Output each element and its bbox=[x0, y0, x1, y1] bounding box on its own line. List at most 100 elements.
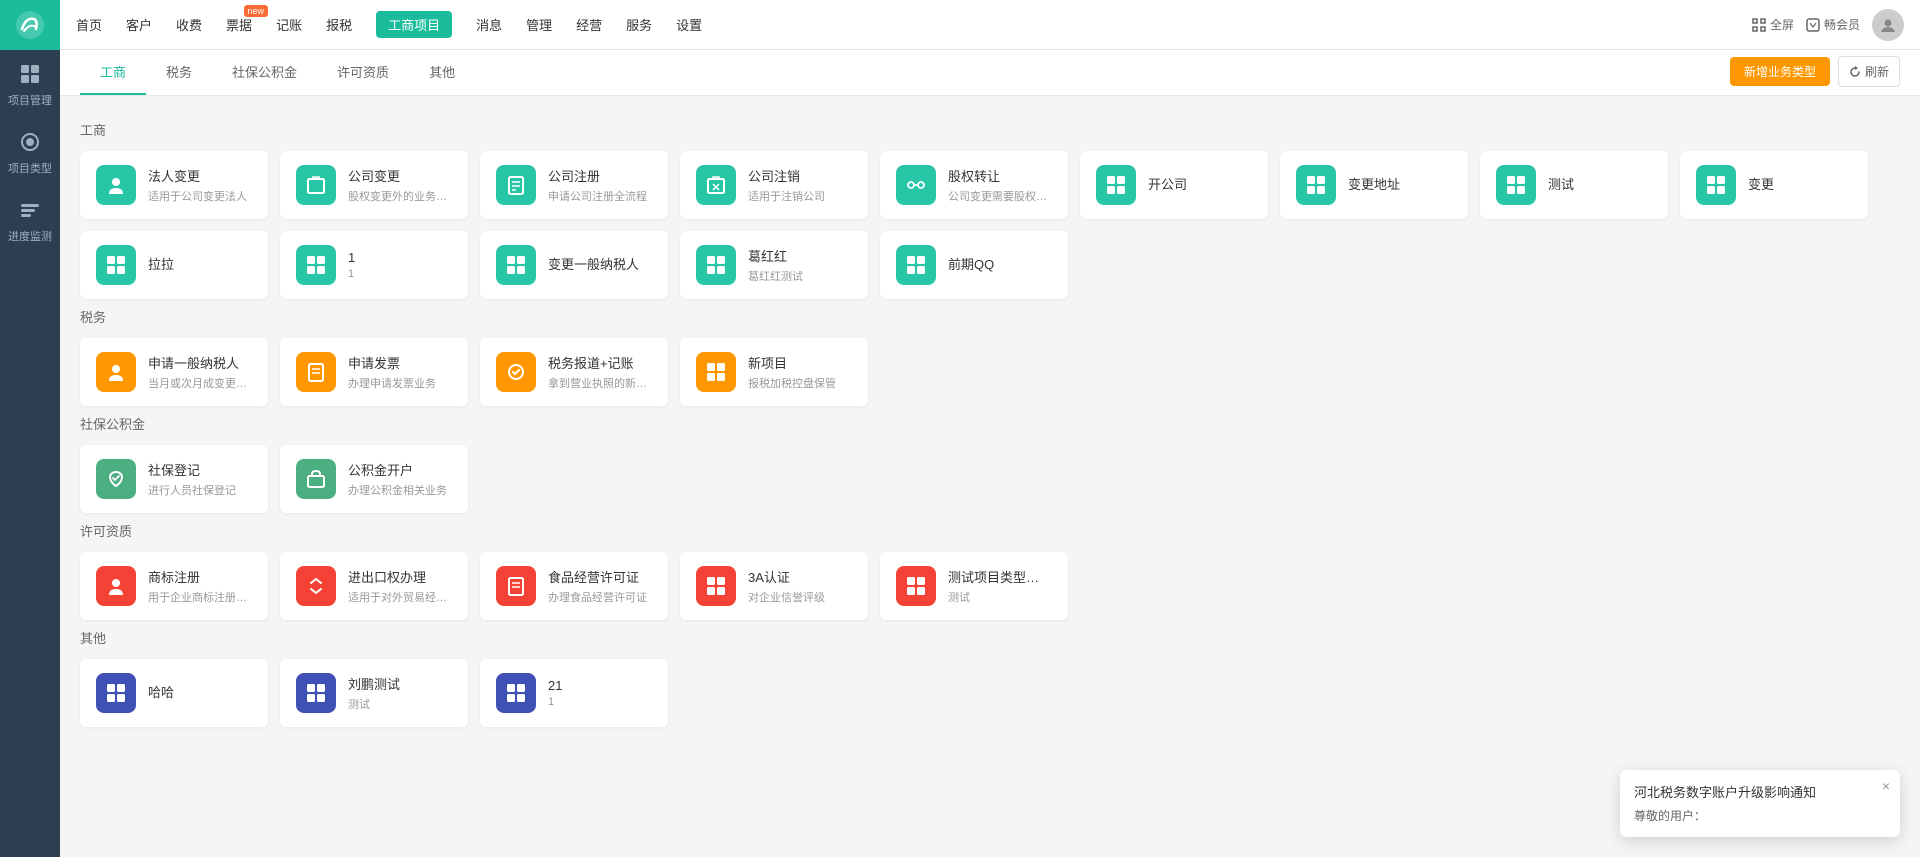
card-icon-food-license bbox=[496, 566, 536, 606]
sidebar-item-label: 项目管理 bbox=[8, 92, 52, 108]
card-lala[interactable]: 拉拉 bbox=[80, 231, 268, 299]
section-title-other: 其他 bbox=[80, 628, 1900, 647]
tab-gongshang[interactable]: 工商 bbox=[80, 50, 146, 95]
card-name: 进出口权办理 bbox=[348, 567, 452, 586]
nav-operation[interactable]: 经营 bbox=[576, 11, 602, 38]
fullscreen-label: 全屏 bbox=[1770, 16, 1794, 33]
sidebar-item-project-manage[interactable]: 项目管理 bbox=[0, 50, 60, 118]
card-company-cancel[interactable]: 公司注销 适用于注销公司 bbox=[680, 151, 868, 219]
card-icon-lala bbox=[96, 245, 136, 285]
card-social-register[interactable]: 社保登记 进行人员社保登记 bbox=[80, 445, 268, 513]
card-test-type[interactable]: 测试项目类型目定义 测试 bbox=[880, 552, 1068, 620]
xuke-cards: 商标注册 用于企业商标注册服务 进出口权办理 适用于对外贸易经营者 bbox=[80, 552, 1900, 620]
tab-shuiwu[interactable]: 税务 bbox=[146, 50, 212, 95]
sidebar-item-label: 项目类型 bbox=[8, 160, 52, 176]
card-name: 申请发票 bbox=[348, 353, 452, 372]
nav-accounting[interactable]: 记账 bbox=[276, 11, 302, 38]
notification-title: 河北税务数字账户升级影响通知 bbox=[1634, 782, 1886, 801]
card-desc: 公司变更需要股权转让 bbox=[948, 188, 1052, 204]
card-trademark[interactable]: 商标注册 用于企业商标注册服务 bbox=[80, 552, 268, 620]
card-twenty-one[interactable]: 21 1 bbox=[480, 659, 668, 727]
tab-shebao[interactable]: 社保公积金 bbox=[212, 50, 317, 95]
sidebar: 项目管理 项目类型 进度监测 bbox=[0, 0, 60, 857]
card-icon-open-company bbox=[1096, 165, 1136, 205]
sidebar-logo[interactable] bbox=[0, 0, 60, 50]
card-desc: 1 bbox=[348, 268, 452, 280]
tab-other[interactable]: 其他 bbox=[409, 50, 475, 95]
card-3a-cert[interactable]: 3A认证 对企业信誉评级 bbox=[680, 552, 868, 620]
vip-btn[interactable]: 畅会员 bbox=[1806, 16, 1860, 33]
nav-tax[interactable]: 报税 bbox=[326, 11, 352, 38]
card-name: 法人变更 bbox=[148, 166, 252, 185]
card-desc: 办理食品经营许可证 bbox=[548, 589, 652, 605]
notification-body: 尊敬的用户： bbox=[1634, 807, 1886, 825]
card-new-project[interactable]: 新项目 报税加税控盘保管 bbox=[680, 338, 868, 406]
shuiwu-cards: 申请一般纳税人 当月或次月成变更完成 申请发票 办理申请发票业务 bbox=[80, 338, 1900, 406]
card-desc: 申请公司注册全流程 bbox=[548, 188, 652, 204]
card-name: 变更一般纳税人 bbox=[548, 254, 652, 273]
card-name: 食品经营许可证 bbox=[548, 567, 652, 586]
nav-ticket[interactable]: 票据 new bbox=[226, 11, 252, 38]
card-company-change[interactable]: 公司变更 股权变更外的业务变更 bbox=[280, 151, 468, 219]
card-apply-invoice[interactable]: 申请发票 办理申请发票业务 bbox=[280, 338, 468, 406]
nav-customer[interactable]: 客户 bbox=[126, 11, 152, 38]
nav-service[interactable]: 服务 bbox=[626, 11, 652, 38]
nav-billing[interactable]: 收费 bbox=[176, 11, 202, 38]
card-liupeng-test[interactable]: 刘鹏测试 测试 bbox=[280, 659, 468, 727]
card-name: 测试项目类型目定义 bbox=[948, 567, 1052, 586]
card-icon-social-register bbox=[96, 459, 136, 499]
card-icon-apply-taxpayer bbox=[96, 352, 136, 392]
card-qianqi-qq[interactable]: 前期QQ bbox=[880, 231, 1068, 299]
nav-message[interactable]: 消息 bbox=[476, 11, 502, 38]
fullscreen-btn[interactable]: 全屏 bbox=[1752, 16, 1794, 33]
content-area: 工商 税务 社保公积金 许可资质 其他 新增业务类型 刷新 工商 bbox=[60, 50, 1920, 857]
card-change-address[interactable]: 变更地址 bbox=[1280, 151, 1468, 219]
card-desc: 拿到营业执照的新公司 bbox=[548, 375, 652, 391]
card-desc: 用于企业商标注册服务 bbox=[148, 589, 252, 605]
notification-close-btn[interactable]: × bbox=[1882, 778, 1890, 794]
card-desc: 适用于注销公司 bbox=[748, 188, 852, 204]
section-title-xuke: 许可资质 bbox=[80, 521, 1900, 540]
nav-home[interactable]: 首页 bbox=[76, 11, 102, 38]
card-name: 变更地址 bbox=[1348, 174, 1452, 193]
card-haha[interactable]: 哈哈 bbox=[80, 659, 268, 727]
card-change[interactable]: 变更 bbox=[1680, 151, 1868, 219]
nav-admin[interactable]: 管理 bbox=[526, 11, 552, 38]
card-name: 变更 bbox=[1748, 174, 1852, 193]
sidebar-item-progress-monitor[interactable]: 进度监测 bbox=[0, 186, 60, 254]
card-open-company[interactable]: 开公司 bbox=[1080, 151, 1268, 219]
card-company-register[interactable]: 公司注册 申请公司注册全流程 bbox=[480, 151, 668, 219]
card-guhonghong[interactable]: 葛红红 葛红红测试 bbox=[680, 231, 868, 299]
card-name: 前期QQ bbox=[948, 254, 1052, 273]
card-legal-change[interactable]: 法人变更 适用于公司变更法人 bbox=[80, 151, 268, 219]
new-type-button[interactable]: 新增业务类型 bbox=[1730, 57, 1830, 86]
sidebar-item-project-type[interactable]: 项目类型 bbox=[0, 118, 60, 186]
nav-settings[interactable]: 设置 bbox=[676, 11, 702, 38]
card-icon-haha bbox=[96, 673, 136, 713]
card-change-taxpayer[interactable]: 变更一般纳税人 bbox=[480, 231, 668, 299]
card-icon-liupeng-test bbox=[296, 673, 336, 713]
vip-label: 畅会员 bbox=[1824, 16, 1860, 33]
other-cards: 哈哈 刘鹏测试 测试 bbox=[80, 659, 1900, 727]
user-avatar[interactable] bbox=[1872, 9, 1904, 41]
card-apply-taxpayer[interactable]: 申请一般纳税人 当月或次月成变更完成 bbox=[80, 338, 268, 406]
card-icon-guhonghong bbox=[696, 245, 736, 285]
card-tax-report-accounting[interactable]: 税务报道+记账 拿到营业执照的新公司 bbox=[480, 338, 668, 406]
refresh-button[interactable]: 刷新 bbox=[1838, 56, 1900, 87]
nav-business[interactable]: 工商项目 bbox=[376, 11, 452, 38]
card-name: 测试 bbox=[1548, 174, 1652, 193]
card-desc: 进行人员社保登记 bbox=[148, 482, 252, 498]
card-icon-new-project bbox=[696, 352, 736, 392]
card-desc: 测试 bbox=[948, 589, 1052, 605]
tab-xuke[interactable]: 许可资质 bbox=[317, 50, 409, 95]
card-name: 股权转让 bbox=[948, 166, 1052, 185]
card-equity-transfer[interactable]: 股权转让 公司变更需要股权转让 bbox=[880, 151, 1068, 219]
card-test[interactable]: 测试 bbox=[1480, 151, 1668, 219]
card-import-export[interactable]: 进出口权办理 适用于对外贸易经营者 bbox=[280, 552, 468, 620]
card-one[interactable]: 1 1 bbox=[280, 231, 468, 299]
card-fund-open[interactable]: 公积金开户 办理公积金相关业务 bbox=[280, 445, 468, 513]
card-icon-fund-open bbox=[296, 459, 336, 499]
card-food-license[interactable]: 食品经营许可证 办理食品经营许可证 bbox=[480, 552, 668, 620]
card-icon-change bbox=[1696, 165, 1736, 205]
tab-bar: 工商 税务 社保公积金 许可资质 其他 新增业务类型 刷新 bbox=[60, 50, 1920, 96]
